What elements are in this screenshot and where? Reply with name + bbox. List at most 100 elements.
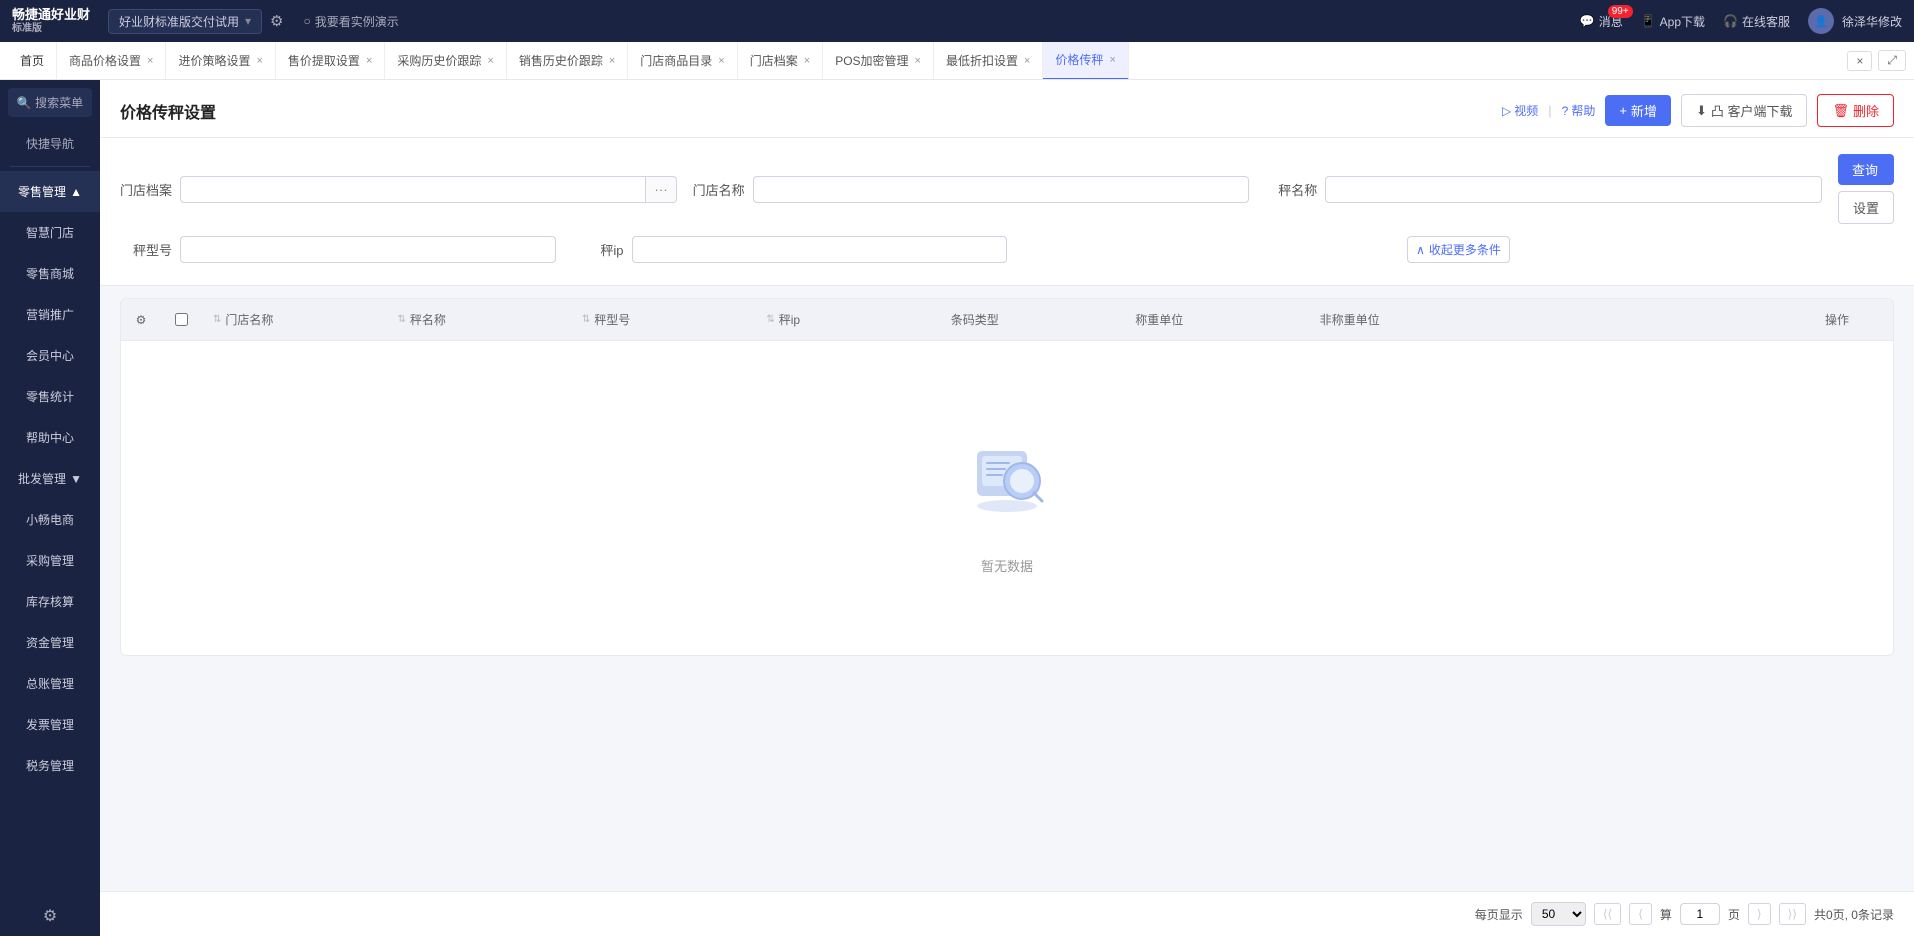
close-all-btn[interactable]: × (1847, 51, 1872, 71)
sidebar-quick-nav[interactable]: 快捷导航 (0, 129, 100, 158)
close-icon[interactable]: × (1109, 54, 1115, 66)
delete-button[interactable]: 🗑 删除 (1817, 94, 1894, 127)
page-label: 页 (1728, 906, 1740, 923)
sort-icon[interactable]: ⇅ (766, 314, 774, 325)
th-scale-model: ⇅ 秤型号 (570, 311, 754, 328)
sidebar-item-member-label: 会员中心 (26, 347, 74, 364)
next-page-btn[interactable]: ⟩ (1748, 903, 1771, 925)
demo-icon: ○ (304, 14, 311, 28)
tab-sale-extract[interactable]: 售价提取设置 × (276, 42, 385, 80)
tab-pos[interactable]: POS加密管理 × (823, 42, 934, 80)
sidebar-item-general-ledger-label: 总账管理 (26, 675, 74, 692)
th-checkbox[interactable] (161, 313, 201, 326)
tab-min-discount[interactable]: 最低折扣设置 × (934, 42, 1043, 80)
last-page-btn[interactable]: ⟩⟩ (1779, 903, 1806, 925)
sidebar-item-invoice[interactable]: 发票管理 (0, 704, 100, 745)
user-name: 徐泽华修改 (1842, 13, 1902, 30)
sidebar-item-purchase[interactable]: 采购管理 (0, 540, 100, 581)
tab-price-setting[interactable]: 商品价格设置 × (57, 42, 166, 80)
tab-sale-history[interactable]: 销售历史价跟踪 × (507, 42, 628, 80)
sidebar-item-retail-label: 零售管理 (18, 183, 66, 200)
sort-icon[interactable]: ⇅ (213, 314, 221, 325)
page-word: 算 (1660, 906, 1672, 923)
select-all-checkbox[interactable] (175, 313, 188, 326)
tab-purchase-strategy[interactable]: 进价策略设置 × (166, 42, 275, 80)
tab-purchase-history-label: 采购历史价跟踪 (397, 52, 481, 69)
set-button[interactable]: 设置 (1838, 191, 1894, 224)
tab-purchase-strategy-label: 进价策略设置 (178, 52, 250, 69)
th-scale-ip: ⇅ 秤ip (754, 311, 938, 328)
user-menu[interactable]: 👤 徐泽华修改 (1808, 8, 1902, 34)
close-icon[interactable]: × (609, 55, 615, 67)
sidebar-item-finance[interactable]: 资金管理 (0, 622, 100, 663)
data-table: ⚙ ⇅ 门店名称 ⇅ 秤名称 ⇅ 秤型号 (120, 298, 1894, 656)
tab-sale-extract-label: 售价提取设置 (288, 52, 360, 69)
first-page-btn[interactable]: ⟨⟨ (1594, 903, 1621, 925)
scale-ip-input[interactable] (632, 236, 1008, 263)
sidebar-item-general-ledger[interactable]: 总账管理 (0, 663, 100, 704)
query-label: 查询 (1852, 160, 1878, 179)
tab-store-file[interactable]: 门店档案 × (738, 42, 823, 80)
th-gear[interactable]: ⚙ (121, 313, 161, 327)
sidebar-item-wholesale[interactable]: 批发管理 ▼ (0, 458, 100, 499)
close-icon[interactable]: × (147, 55, 153, 67)
column-gear-icon: ⚙ (136, 313, 147, 327)
prev-page-btn[interactable]: ⟨ (1629, 903, 1652, 925)
sidebar-item-retail-stats[interactable]: 零售统计 (0, 376, 100, 417)
close-icon[interactable]: × (487, 55, 493, 67)
store-file-input[interactable] (180, 176, 646, 203)
sidebar-item-tax[interactable]: 税务管理 (0, 745, 100, 786)
sidebar-item-smart-store[interactable]: 智慧门店 (0, 212, 100, 253)
store-name-input[interactable] (753, 176, 1250, 203)
sort-icon[interactable]: ⇅ (582, 314, 590, 325)
close-icon[interactable]: × (915, 55, 921, 67)
sidebar-item-retail-mall[interactable]: 零售商城 (0, 253, 100, 294)
online-service-btn[interactable]: 🎧 在线客服 (1723, 13, 1790, 30)
table-header: ⚙ ⇅ 门店名称 ⇅ 秤名称 ⇅ 秤型号 (121, 299, 1893, 341)
download-button[interactable]: ⬇ 凸 客户端下载 (1681, 94, 1808, 127)
store-file-picker-btn[interactable]: ··· (646, 176, 676, 203)
sidebar-item-retail[interactable]: 零售管理 ▲ (0, 171, 100, 212)
scale-model-input[interactable] (180, 236, 556, 263)
demo-label: 我要看实例演示 (315, 13, 399, 30)
close-icon[interactable]: × (1024, 55, 1030, 67)
add-button[interactable]: + 新增 (1605, 95, 1671, 126)
sidebar-item-xiaochangec[interactable]: 小畅电商 (0, 499, 100, 540)
close-icon[interactable]: × (804, 55, 810, 67)
tab-price-setting-label: 商品价格设置 (69, 52, 141, 69)
header-divider: | (1548, 103, 1551, 118)
sidebar-item-inventory[interactable]: 库存核算 (0, 581, 100, 622)
tab-home[interactable]: 首页 (8, 42, 57, 80)
tab-store-catalog-label: 门店商品目录 (640, 52, 712, 69)
sidebar-item-marketing[interactable]: 营销推广 (0, 294, 100, 335)
sort-icon[interactable]: ⇅ (397, 314, 405, 325)
page-header: 价格传秤设置 ▷ 视频 | ? 帮助 + 新增 ⬇ 凸 客户端下载 (100, 80, 1914, 138)
video-link[interactable]: ▷ 视频 (1502, 102, 1538, 119)
sidebar-item-help[interactable]: 帮助中心 (0, 417, 100, 458)
tab-min-discount-label: 最低折扣设置 (946, 52, 1018, 69)
close-icon[interactable]: × (256, 55, 262, 67)
maximize-btn[interactable]: ⤢ (1878, 50, 1906, 71)
help-link[interactable]: ? 帮助 (1562, 102, 1596, 119)
message-btn[interactable]: 💬 消息 99+ (1580, 13, 1623, 30)
version-selector[interactable]: 好业财标准版交付试用 ▾ (108, 9, 262, 34)
tab-purchase-history[interactable]: 采购历史价跟踪 × (385, 42, 506, 80)
scale-name-input[interactable] (1325, 176, 1822, 203)
download-icon: ⬇ (1696, 103, 1707, 119)
collapse-button[interactable]: ∧ 收起更多条件 (1407, 236, 1510, 263)
page-input[interactable] (1680, 903, 1720, 925)
tab-price-scale[interactable]: 价格传秤 × (1043, 42, 1128, 80)
sidebar-item-member[interactable]: 会员中心 (0, 335, 100, 376)
app-download-btn[interactable]: 📱 App下载 (1641, 13, 1705, 30)
close-icon[interactable]: × (366, 55, 372, 67)
demo-link[interactable]: ○ 我要看实例演示 (304, 13, 399, 30)
settings-gear-icon[interactable]: ⚙ (43, 906, 57, 926)
gear-icon[interactable]: ⚙ (270, 12, 283, 30)
per-page-select[interactable]: 50 10 20 100 (1531, 902, 1586, 926)
close-icon[interactable]: × (718, 55, 724, 67)
tab-store-catalog[interactable]: 门店商品目录 × (628, 42, 737, 80)
query-button[interactable]: 查询 (1838, 154, 1894, 185)
form-row-1: 门店档案 ··· 门店名称 秤名称 查询 (120, 154, 1894, 224)
sidebar-search[interactable]: 🔍 搜索菜单 (8, 88, 92, 117)
empty-text: 暂无数据 (981, 556, 1033, 575)
